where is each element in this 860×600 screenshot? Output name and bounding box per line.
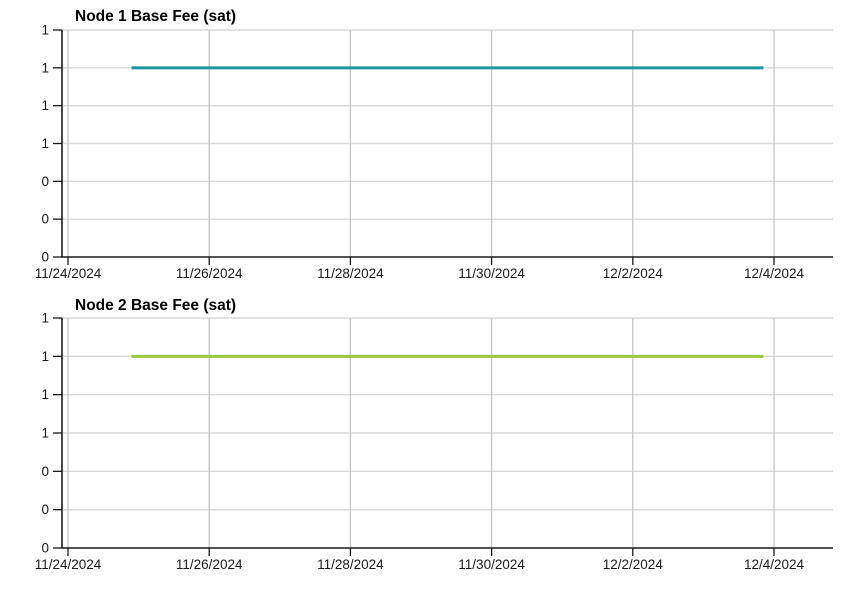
y-tick-label: 1	[41, 387, 49, 402]
charts-canvas: 111100011/24/202411/26/202411/28/202411/…	[0, 0, 860, 600]
y-tick-label: 0	[41, 174, 49, 189]
x-tick-label: 11/26/2024	[176, 557, 243, 572]
x-tick-label: 12/4/2024	[744, 557, 805, 572]
x-tick-label: 12/4/2024	[744, 266, 805, 281]
y-tick-label: 0	[41, 502, 49, 517]
x-tick-label: 11/24/2024	[35, 266, 102, 281]
y-tick-label: 1	[41, 311, 49, 326]
x-tick-label: 11/28/2024	[317, 266, 384, 281]
x-tick-label: 12/2/2024	[603, 266, 664, 281]
y-tick-label: 1	[41, 23, 49, 38]
y-tick-label: 1	[41, 426, 49, 441]
x-tick-label: 12/2/2024	[603, 557, 664, 572]
y-tick-label: 1	[41, 98, 49, 113]
y-tick-label: 1	[41, 60, 49, 75]
chart-title: Node 1 Base Fee (sat)	[75, 8, 236, 25]
chart-node-1-base-fee: 111100011/24/202411/26/202411/28/202411/…	[35, 8, 833, 281]
x-tick-label: 11/24/2024	[35, 557, 102, 572]
y-tick-label: 1	[41, 349, 49, 364]
base-fee-charts-page: 111100011/24/202411/26/202411/28/202411/…	[0, 0, 860, 600]
x-tick-label: 11/28/2024	[317, 557, 384, 572]
y-tick-label: 0	[41, 464, 49, 479]
y-tick-label: 0	[41, 212, 49, 227]
x-tick-label: 11/26/2024	[176, 266, 243, 281]
y-tick-label: 0	[41, 541, 49, 556]
chart-title: Node 2 Base Fee (sat)	[75, 297, 236, 314]
y-tick-label: 1	[41, 136, 49, 151]
plot-area: 111100011/24/202411/26/202411/28/202411/…	[35, 23, 833, 282]
x-tick-label: 11/30/2024	[458, 266, 525, 281]
x-tick-label: 11/30/2024	[458, 557, 525, 572]
chart-node-2-base-fee: 111100011/24/202411/26/202411/28/202411/…	[35, 297, 833, 572]
y-tick-label: 0	[41, 250, 49, 265]
plot-area: 111100011/24/202411/26/202411/28/202411/…	[35, 311, 833, 573]
